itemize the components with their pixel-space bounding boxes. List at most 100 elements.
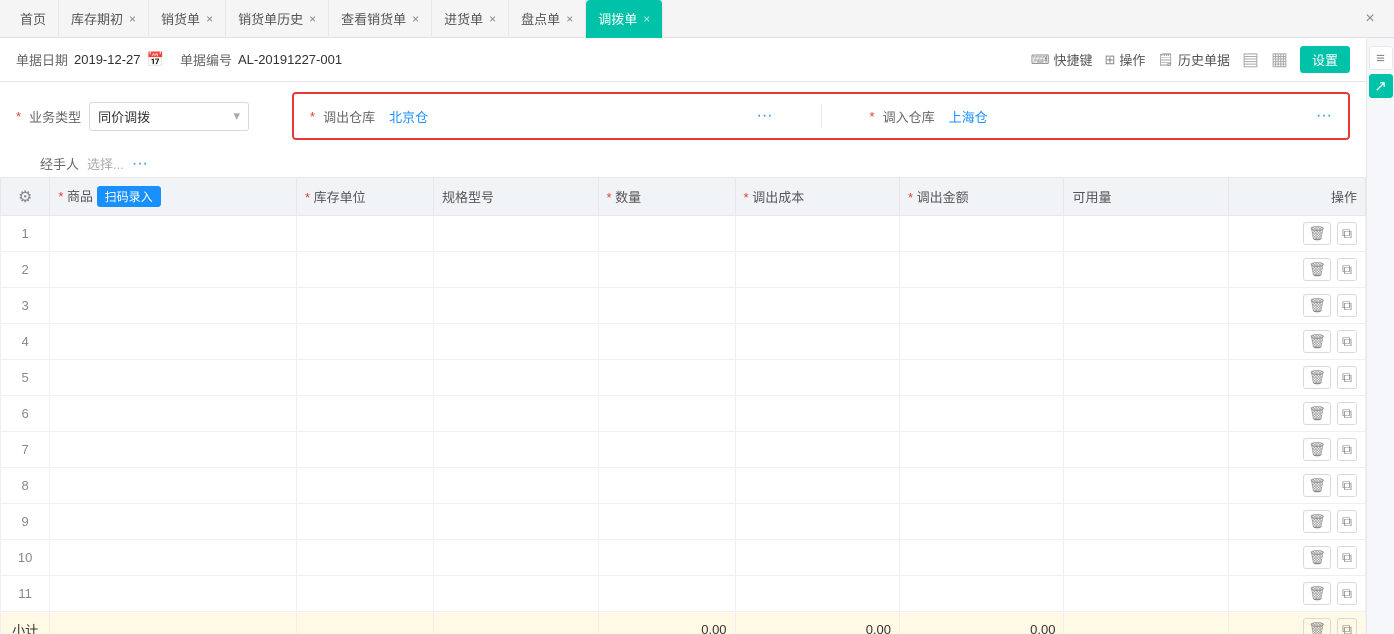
- cell-product-7[interactable]: [50, 432, 297, 468]
- copy-btn-5[interactable]: ⧉: [1337, 366, 1357, 389]
- cell-cost-3[interactable]: [735, 288, 899, 324]
- copy-btn-3[interactable]: ⧉: [1337, 294, 1357, 317]
- person-dots[interactable]: ···: [132, 155, 148, 173]
- operations-button[interactable]: ⊞ 操作: [1105, 50, 1146, 69]
- layout2-icon[interactable]: ▦: [1271, 49, 1288, 70]
- cell-available-4[interactable]: [1064, 324, 1228, 360]
- cell-unit-10[interactable]: [297, 540, 434, 576]
- copy-btn-8[interactable]: ⧉: [1337, 474, 1357, 497]
- cell-cost-4[interactable]: [735, 324, 899, 360]
- cell-unit-6[interactable]: [297, 396, 434, 432]
- tab-close-transfer[interactable]: ×: [643, 12, 650, 26]
- cell-product-8[interactable]: [50, 468, 297, 504]
- delete-btn-2[interactable]: 🗑: [1303, 258, 1331, 281]
- tab-view-sales[interactable]: 查看销货单×: [329, 0, 432, 38]
- cell-product-6[interactable]: [50, 396, 297, 432]
- cell-amount-8[interactable]: [900, 468, 1064, 504]
- tab-transfer[interactable]: 调拨单×: [586, 0, 663, 38]
- tab-close-inventory-init[interactable]: ×: [129, 12, 136, 26]
- cell-amount-4[interactable]: [900, 324, 1064, 360]
- cell-cost-6[interactable]: [735, 396, 899, 432]
- cell-qty-4[interactable]: [598, 324, 735, 360]
- copy-btn-9[interactable]: ⧉: [1337, 510, 1357, 533]
- cell-available-2[interactable]: [1064, 252, 1228, 288]
- cell-spec-6[interactable]: [434, 396, 598, 432]
- cell-unit-1[interactable]: [297, 216, 434, 252]
- copy-btn-7[interactable]: ⧉: [1337, 438, 1357, 461]
- copy-btn-2[interactable]: ⧉: [1337, 258, 1357, 281]
- subtotal-delete-btn[interactable]: 🗑: [1303, 618, 1331, 634]
- cell-amount-6[interactable]: [900, 396, 1064, 432]
- tab-stocktake[interactable]: 盘点单×: [509, 0, 586, 38]
- cell-spec-2[interactable]: [434, 252, 598, 288]
- cell-unit-2[interactable]: [297, 252, 434, 288]
- delete-btn-4[interactable]: 🗑: [1303, 330, 1331, 353]
- cell-available-8[interactable]: [1064, 468, 1228, 504]
- cell-cost-2[interactable]: [735, 252, 899, 288]
- sidebar-list-button[interactable]: ≡: [1369, 46, 1393, 70]
- in-warehouse-dots[interactable]: ···: [1316, 107, 1332, 125]
- tab-inventory-init[interactable]: 库存期初×: [59, 0, 149, 38]
- cell-cost-8[interactable]: [735, 468, 899, 504]
- cell-amount-10[interactable]: [900, 540, 1064, 576]
- tab-purchase-order[interactable]: 进货单×: [432, 0, 509, 38]
- cell-qty-10[interactable]: [598, 540, 735, 576]
- subtotal-copy-btn[interactable]: ⧉: [1337, 618, 1357, 634]
- tab-close-view-sales[interactable]: ×: [412, 12, 419, 26]
- cell-spec-4[interactable]: [434, 324, 598, 360]
- cell-unit-11[interactable]: [297, 576, 434, 612]
- tab-home[interactable]: 首页: [8, 0, 59, 38]
- scan-button[interactable]: 扫码录入: [97, 186, 161, 207]
- cell-amount-9[interactable]: [900, 504, 1064, 540]
- cell-amount-5[interactable]: [900, 360, 1064, 396]
- cell-unit-9[interactable]: [297, 504, 434, 540]
- history-button[interactable]: 🗒 历史单据: [1157, 50, 1230, 69]
- cell-unit-7[interactable]: [297, 432, 434, 468]
- tab-close-stocktake[interactable]: ×: [566, 12, 573, 26]
- cell-product-2[interactable]: [50, 252, 297, 288]
- delete-btn-6[interactable]: 🗑: [1303, 402, 1331, 425]
- cell-qty-3[interactable]: [598, 288, 735, 324]
- cell-spec-8[interactable]: [434, 468, 598, 504]
- sidebar-export-button[interactable]: ↗: [1369, 74, 1393, 98]
- cell-unit-4[interactable]: [297, 324, 434, 360]
- cell-cost-9[interactable]: [735, 504, 899, 540]
- cell-qty-7[interactable]: [598, 432, 735, 468]
- cell-cost-1[interactable]: [735, 216, 899, 252]
- cell-amount-7[interactable]: [900, 432, 1064, 468]
- table-gear-icon[interactable]: ⚙: [18, 189, 32, 206]
- delete-btn-9[interactable]: 🗑: [1303, 510, 1331, 533]
- cell-available-9[interactable]: [1064, 504, 1228, 540]
- delete-btn-10[interactable]: 🗑: [1303, 546, 1331, 569]
- cell-cost-7[interactable]: [735, 432, 899, 468]
- cell-cost-11[interactable]: [735, 576, 899, 612]
- cell-spec-3[interactable]: [434, 288, 598, 324]
- cell-unit-5[interactable]: [297, 360, 434, 396]
- delete-btn-3[interactable]: 🗑: [1303, 294, 1331, 317]
- cell-available-11[interactable]: [1064, 576, 1228, 612]
- cell-qty-1[interactable]: [598, 216, 735, 252]
- cell-cost-5[interactable]: [735, 360, 899, 396]
- delete-btn-7[interactable]: 🗑: [1303, 438, 1331, 461]
- delete-btn-11[interactable]: 🗑: [1303, 582, 1331, 605]
- cell-spec-11[interactable]: [434, 576, 598, 612]
- tab-close-sales-order[interactable]: ×: [206, 12, 213, 26]
- delete-btn-5[interactable]: 🗑: [1303, 366, 1331, 389]
- cell-available-5[interactable]: [1064, 360, 1228, 396]
- cell-amount-3[interactable]: [900, 288, 1064, 324]
- shortcuts-button[interactable]: ⌨ 快捷键: [1031, 50, 1093, 69]
- cell-spec-1[interactable]: [434, 216, 598, 252]
- calendar-icon[interactable]: 📅: [147, 51, 164, 68]
- layout1-icon[interactable]: ▤: [1242, 49, 1259, 70]
- cell-qty-9[interactable]: [598, 504, 735, 540]
- window-close-button[interactable]: ×: [1354, 3, 1386, 35]
- cell-available-6[interactable]: [1064, 396, 1228, 432]
- cell-product-4[interactable]: [50, 324, 297, 360]
- copy-btn-11[interactable]: ⧉: [1337, 582, 1357, 605]
- cell-qty-2[interactable]: [598, 252, 735, 288]
- cell-available-3[interactable]: [1064, 288, 1228, 324]
- cell-product-11[interactable]: [50, 576, 297, 612]
- cell-unit-3[interactable]: [297, 288, 434, 324]
- out-warehouse-dots[interactable]: ···: [757, 107, 773, 125]
- cell-amount-1[interactable]: [900, 216, 1064, 252]
